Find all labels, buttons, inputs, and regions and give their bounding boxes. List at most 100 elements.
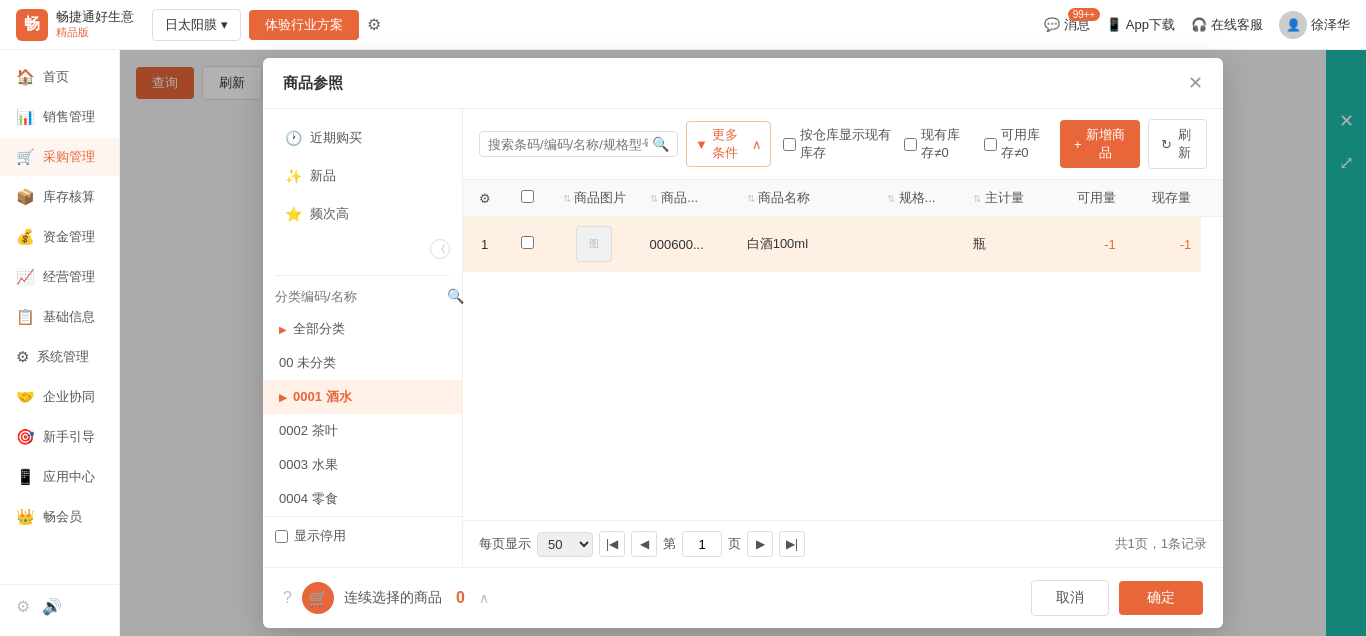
select-all-checkbox[interactable]: [521, 190, 534, 203]
category-search-input[interactable]: [275, 289, 443, 304]
nav-selector[interactable]: 日太阳膜 ▾: [152, 9, 241, 41]
sidebar-item-operation[interactable]: 📈 经营管理: [0, 258, 119, 296]
gear-icon[interactable]: ⚙: [367, 15, 381, 34]
warehouse-stock-checkbox[interactable]: [783, 138, 796, 151]
cell-img: 图: [549, 217, 639, 272]
th-checkbox[interactable]: [506, 180, 549, 217]
current-stock-checkbox[interactable]: [904, 138, 917, 151]
sidebar-item-collab[interactable]: 🤝 企业协同: [0, 378, 119, 416]
user-area[interactable]: 👤 徐泽华: [1279, 11, 1350, 39]
sort-icon-spec: ⇅: [887, 193, 895, 204]
logo-sub: 精品版: [56, 25, 134, 40]
sidebar-label-sales: 销售管理: [43, 108, 95, 126]
nav-selector-label: 日太阳膜: [165, 16, 217, 34]
page-first-btn[interactable]: |◀: [599, 531, 625, 557]
page-input[interactable]: [682, 531, 722, 557]
messages-btn[interactable]: 💬 消息 99++: [1044, 16, 1090, 34]
guide-icon: 🎯: [16, 428, 35, 446]
sidebar-item-member[interactable]: 👑 畅会员: [0, 498, 119, 536]
checkbox-filter-warehouse[interactable]: 按仓库显示现有库存: [783, 126, 892, 162]
th-unit[interactable]: ⇅ 主计量: [963, 180, 1039, 217]
page-word: 第: [663, 535, 676, 553]
cat-item-all[interactable]: ▶ 全部分类: [263, 312, 462, 346]
sort-icon-name: ⇅: [747, 193, 755, 204]
show-disabled-checkbox[interactable]: [275, 530, 288, 543]
quick-btn-new[interactable]: ✨ 新品: [275, 159, 450, 193]
cat-label-all: 全部分类: [293, 320, 345, 338]
add-product-btn[interactable]: + 新增商品: [1060, 120, 1140, 168]
online-service-btn[interactable]: 🎧 在线客服: [1191, 16, 1263, 34]
category-search-icon[interactable]: 🔍: [447, 288, 464, 304]
quick-btn-frequent[interactable]: ⭐ 频次高: [275, 197, 450, 231]
collab-icon: 🤝: [16, 388, 35, 406]
th-avail[interactable]: 可用量: [1039, 180, 1125, 217]
content-area: 查询 刷新 设置 ✕ ⤢ 商品参照 ✕: [120, 50, 1366, 636]
avail-stock-checkbox[interactable]: [984, 138, 997, 151]
app-download-label: App下载: [1126, 16, 1175, 34]
checkbox-filter-avail[interactable]: 可用库存≠0: [984, 126, 1052, 162]
th-name[interactable]: ⇅ 商品名称: [737, 180, 877, 217]
app-download-btn[interactable]: 📱 App下载: [1106, 16, 1175, 34]
sidebar-label-collab: 企业协同: [43, 388, 95, 406]
product-search-input[interactable]: [488, 137, 648, 152]
checkbox-filter-current[interactable]: 现有库存≠0: [904, 126, 972, 162]
per-page-select[interactable]: 50 100 200: [537, 532, 593, 557]
page-prev-btn[interactable]: ◀: [631, 531, 657, 557]
th-settings[interactable]: ⚙: [463, 180, 506, 217]
page-next-btn[interactable]: ▶: [747, 531, 773, 557]
cat-item-00[interactable]: 00 未分类: [263, 346, 462, 380]
help-icon[interactable]: ?: [283, 589, 292, 607]
volume-icon[interactable]: 🔊: [42, 597, 62, 616]
confirm-btn[interactable]: 确定: [1119, 581, 1203, 615]
cat-item-0002[interactable]: 0002 茶叶: [263, 414, 462, 448]
sidebar-item-home[interactable]: 🏠 首页: [0, 58, 119, 96]
sidebar-item-purchase[interactable]: 🛒 采购管理: [0, 138, 119, 176]
filter-more-btn[interactable]: ▼ 更多条件 ∧: [686, 121, 771, 167]
collapse-footer-icon[interactable]: ∧: [479, 590, 489, 606]
cat-item-0003[interactable]: 0003 水果: [263, 448, 462, 482]
sidebar-item-basic[interactable]: 📋 基础信息: [0, 298, 119, 336]
appcenter-icon: 📱: [16, 468, 35, 486]
sidebar-item-appcenter[interactable]: 📱 应用中心: [0, 458, 119, 496]
sidebar: 🏠 首页 📊 销售管理 🛒 采购管理 📦 库存核算 💰 资金管理 📈 经营管理 …: [0, 50, 120, 636]
quick-btn-recent-label: 近期购买: [310, 129, 362, 147]
add-product-label: 新增商品: [1086, 126, 1126, 162]
logo-icon: 畅: [16, 9, 48, 41]
sidebar-item-system[interactable]: ⚙ 系统管理: [0, 338, 119, 376]
modal-close-btn[interactable]: ✕: [1188, 72, 1203, 94]
cell-avail: -1: [1039, 217, 1125, 272]
show-disabled-label[interactable]: 显示停用: [294, 527, 346, 545]
cell-unit: 瓶: [963, 217, 1039, 272]
chevron-up-icon: ∧: [752, 137, 762, 152]
table-row[interactable]: 1 图 000600... 白酒100ml 瓶: [463, 217, 1223, 272]
finance-icon: 💰: [16, 228, 35, 246]
quick-btn-recent[interactable]: 🕐 近期购买: [275, 121, 450, 155]
page-last-btn[interactable]: ▶|: [779, 531, 805, 557]
sidebar-item-finance[interactable]: 💰 资金管理: [0, 218, 119, 256]
th-img: ⇅ 商品图片: [549, 180, 639, 217]
row-checkbox[interactable]: [521, 236, 534, 249]
logo-text: 畅捷通好生意: [56, 9, 134, 26]
th-stock[interactable]: 现存量: [1126, 180, 1202, 217]
quick-btn-frequent-label: 频次高: [310, 205, 349, 223]
cancel-btn[interactable]: 取消: [1031, 580, 1109, 616]
recent-icon: 🕐: [285, 130, 302, 146]
sidebar-label-system: 系统管理: [37, 348, 89, 366]
cart-icon[interactable]: 🛒: [302, 582, 334, 614]
sidebar-item-guide[interactable]: 🎯 新手引导: [0, 418, 119, 456]
product-search-icon[interactable]: 🔍: [652, 136, 669, 152]
experience-btn[interactable]: 体验行业方案: [249, 10, 359, 40]
cat-item-0004[interactable]: 0004 零食: [263, 482, 462, 516]
th-code[interactable]: ⇅ 商品...: [640, 180, 737, 217]
sidebar-item-inventory[interactable]: 📦 库存核算: [0, 178, 119, 216]
settings-icon[interactable]: ⚙: [16, 597, 30, 616]
product-table: ⚙ ⇅ 商品图片 ⇅ 商品...: [463, 180, 1223, 272]
main-layout: 🏠 首页 📊 销售管理 🛒 采购管理 📦 库存核算 💰 资金管理 📈 经营管理 …: [0, 50, 1366, 636]
cell-checkbox[interactable]: [506, 217, 549, 272]
th-spec[interactable]: ⇅ 规格...: [877, 180, 963, 217]
home-icon: 🏠: [16, 68, 35, 86]
cat-item-0001[interactable]: ▶ 0001 酒水: [263, 380, 462, 414]
sidebar-item-sales[interactable]: 📊 销售管理: [0, 98, 119, 136]
collapse-panel-btn[interactable]: 《: [430, 239, 450, 259]
refresh-btn[interactable]: ↻ 刷新: [1148, 119, 1207, 169]
